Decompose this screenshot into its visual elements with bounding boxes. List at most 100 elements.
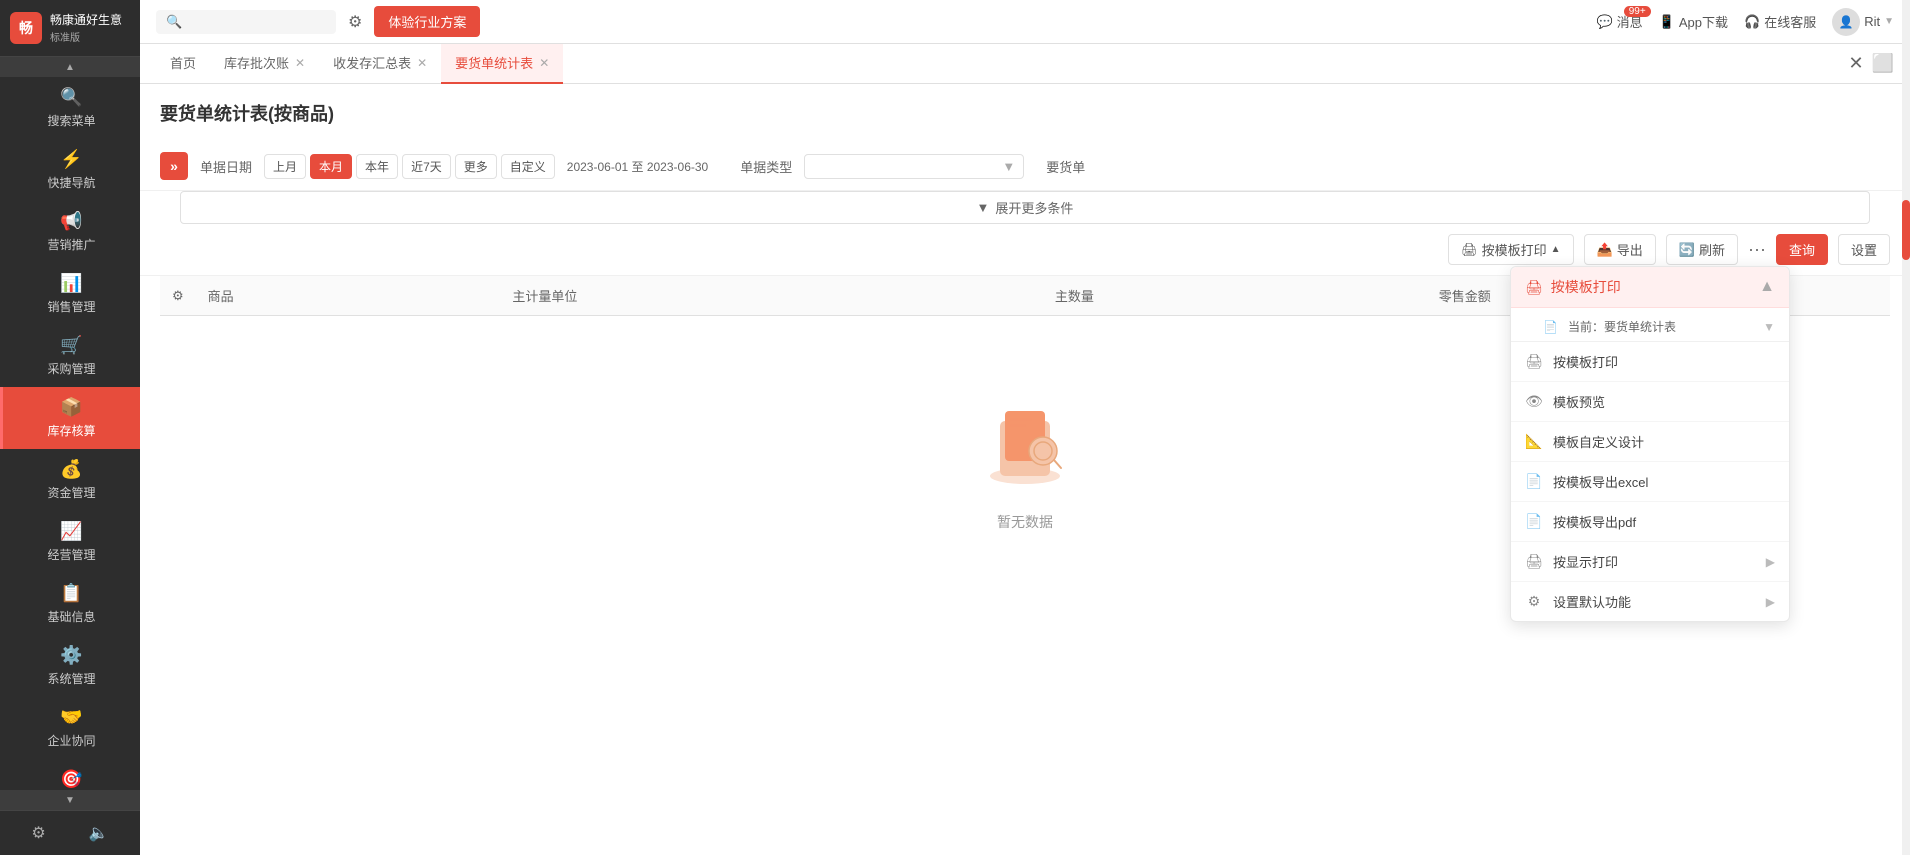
right-scrollbar[interactable]: [1902, 0, 1910, 855]
app-badge: 标准版: [50, 29, 122, 44]
sidebar-item-system[interactable]: ⚙️ 系统管理: [0, 635, 140, 697]
sidebar-item-collab[interactable]: 🤝 企业协同: [0, 697, 140, 759]
sidebar-item-label: 资金管理: [47, 484, 95, 501]
tab-batch-account-close[interactable]: ✕: [295, 56, 305, 70]
topbar-right: 💬 消息 99+ 📱 App下载 🎧 在线客服 👤 Rit ▼: [1596, 8, 1894, 36]
dropdown-item-template-print[interactable]: 🖨 按模板打印: [1511, 342, 1789, 382]
chevron-right-icon: »: [170, 158, 178, 174]
tab-order-stats-close[interactable]: ✕: [539, 56, 549, 70]
query-btn[interactable]: 查询: [1776, 234, 1828, 265]
scrollbar-thumb[interactable]: [1902, 200, 1910, 260]
sidebar-item-finance[interactable]: 💰 资金管理: [0, 449, 140, 511]
inventory-icon: 📦: [60, 397, 82, 418]
sidebar-item-sales[interactable]: 📊 销售管理: [0, 263, 140, 325]
app-logo-icon: 畅: [10, 12, 42, 44]
quick-nav-icon: ⚡: [60, 149, 82, 170]
messages-btn[interactable]: 💬 消息 99+: [1596, 12, 1642, 31]
main-area: 🔍 ⚙ 体验行业方案 💬 消息 99+ 📱 App下载 🎧 在线客服 👤 Rit: [140, 0, 1910, 855]
date-btn-more[interactable]: 更多: [455, 154, 497, 179]
dropdown-item-template-preview[interactable]: 👁 模板预览: [1511, 382, 1789, 422]
message-icon: 💬: [1596, 14, 1612, 30]
system-icon: ⚙️: [60, 645, 82, 666]
scroll-down-btn[interactable]: ▼: [0, 790, 140, 810]
sidebar-item-guide[interactable]: 🎯 新手引导: [0, 759, 140, 790]
scroll-up-btn[interactable]: ▲: [0, 57, 140, 77]
tab-order-stats[interactable]: 要货单统计表 ✕: [441, 44, 563, 84]
collab-icon: 🤝: [60, 707, 82, 728]
headset-icon: 🎧: [1744, 14, 1760, 30]
tab-home[interactable]: 首页: [156, 44, 210, 84]
tab-batch-account[interactable]: 库存批次账 ✕: [210, 44, 319, 84]
order-type-select[interactable]: ▼: [804, 154, 1024, 179]
dropdown-header: 🖨 按模板打印 ▲: [1511, 267, 1789, 308]
app-download-btn[interactable]: 📱 App下载: [1659, 12, 1728, 31]
template-design-icon: 📐: [1525, 433, 1543, 451]
topbar-search-icon: 🔍: [166, 14, 182, 30]
chevron-down-icon: ▼: [1884, 16, 1894, 27]
topbar: 🔍 ⚙ 体验行业方案 💬 消息 99+ 📱 App下载 🎧 在线客服 👤 Rit: [140, 0, 1910, 44]
sidebar-item-basic[interactable]: 📋 基础信息: [0, 573, 140, 635]
date-btn-last-month[interactable]: 上月: [264, 154, 306, 179]
sidebar-item-quick-nav[interactable]: ⚡ 快捷导航: [0, 139, 140, 201]
dropdown-item-template-design[interactable]: 📐 模板自定义设计: [1511, 422, 1789, 462]
sidebar-item-label: 快捷导航: [47, 174, 95, 191]
experience-btn[interactable]: 体验行业方案: [374, 6, 480, 37]
query-btn-label: 查询: [1789, 240, 1815, 259]
tab-receivable-summary-close[interactable]: ✕: [417, 56, 427, 70]
filter-expand-btn[interactable]: »: [160, 152, 188, 180]
sidebar-item-operation[interactable]: 📈 经营管理: [0, 511, 140, 573]
tab-batch-account-label: 库存批次账: [224, 53, 289, 72]
sidebar-item-search[interactable]: 🔍 搜索菜单: [0, 77, 140, 139]
sidebar-item-label: 库存核算: [47, 422, 95, 439]
display-print-arrow: ▶: [1766, 555, 1775, 569]
sidebar-item-marketing[interactable]: 📢 营销推广: [0, 201, 140, 263]
template-preview-label: 模板预览: [1553, 392, 1775, 411]
settings-btn[interactable]: 设置: [1838, 234, 1890, 265]
tab-receivable-summary-label: 收发存汇总表: [333, 53, 411, 72]
dropdown-item-export-excel[interactable]: 📄 按模板导出excel: [1511, 462, 1789, 502]
online-service-label: 在线客服: [1764, 12, 1816, 31]
sidebar-item-inventory[interactable]: 📦 库存核算: [0, 387, 140, 449]
date-btn-last-7-days[interactable]: 近7天: [402, 154, 451, 179]
export-btn[interactable]: 📤 导出: [1584, 234, 1656, 265]
col-retail-label: 零售金额: [1439, 289, 1491, 304]
date-filter-label: 单据日期: [200, 157, 252, 176]
page-title: 要货单统计表(按商品): [160, 100, 1890, 126]
dropdown-close-btn[interactable]: ▲: [1759, 278, 1775, 296]
current-indicator-icon: 📄: [1543, 320, 1558, 334]
collapse-icon: ▲: [1759, 278, 1775, 296]
print-btn[interactable]: 🖨 按模板打印 ▲: [1448, 234, 1573, 265]
dropdown-item-export-pdf[interactable]: 📄 按模板导出pdf: [1511, 502, 1789, 542]
expand-more-btn[interactable]: ▼ 展开更多条件: [180, 191, 1870, 224]
export-excel-icon: 📄: [1525, 473, 1543, 491]
date-btn-this-month[interactable]: 本月: [310, 154, 352, 179]
template-preview-icon: 👁: [1525, 393, 1543, 411]
topbar-gear-btn[interactable]: ⚙: [348, 12, 362, 32]
refresh-btn[interactable]: 🔄 刷新: [1666, 234, 1738, 265]
messages-badge: 99+: [1624, 6, 1651, 17]
print-dropdown-menu: 🖨 按模板打印 ▲ 📄 当前：要货单统计表 ▼ 🖨 按模板打印: [1510, 266, 1790, 622]
settings-footer-btn[interactable]: ⚙: [31, 823, 45, 843]
dropdown-item-display-print[interactable]: 🖨 按显示打印 ▶: [1511, 542, 1789, 582]
settings-col-icon[interactable]: ⚙: [172, 288, 184, 303]
sidebar-item-label: 企业协同: [47, 732, 95, 749]
finance-icon: 💰: [60, 459, 82, 480]
online-service-btn[interactable]: 🎧 在线客服: [1744, 12, 1816, 31]
order-type-label: 单据类型: [740, 157, 792, 176]
topbar-search-input[interactable]: [188, 14, 308, 29]
sidebar-item-label: 采购管理: [47, 360, 95, 377]
tab-receivable-summary[interactable]: 收发存汇总表 ✕: [319, 44, 441, 84]
tab-close-all-btn[interactable]: ✕: [1848, 53, 1863, 74]
user-avatar-area[interactable]: 👤 Rit ▼: [1832, 8, 1894, 36]
tab-expand-btn[interactable]: ⬜: [1872, 53, 1894, 74]
date-btn-custom[interactable]: 自定义: [501, 154, 555, 179]
sidebar-item-purchase[interactable]: 🛒 采购管理: [0, 325, 140, 387]
export-icon: 📤: [1597, 242, 1613, 258]
more-options-btn[interactable]: ···: [1748, 239, 1766, 260]
dropdown-item-set-default[interactable]: ⚙ 设置默认功能 ▶: [1511, 582, 1789, 621]
date-btn-this-year[interactable]: 本年: [356, 154, 398, 179]
sidebar-item-label: 经营管理: [47, 546, 95, 563]
refresh-btn-label: 刷新: [1699, 240, 1725, 259]
speaker-footer-btn[interactable]: 🔈: [89, 823, 109, 843]
expand-icon: ▼: [977, 200, 990, 215]
